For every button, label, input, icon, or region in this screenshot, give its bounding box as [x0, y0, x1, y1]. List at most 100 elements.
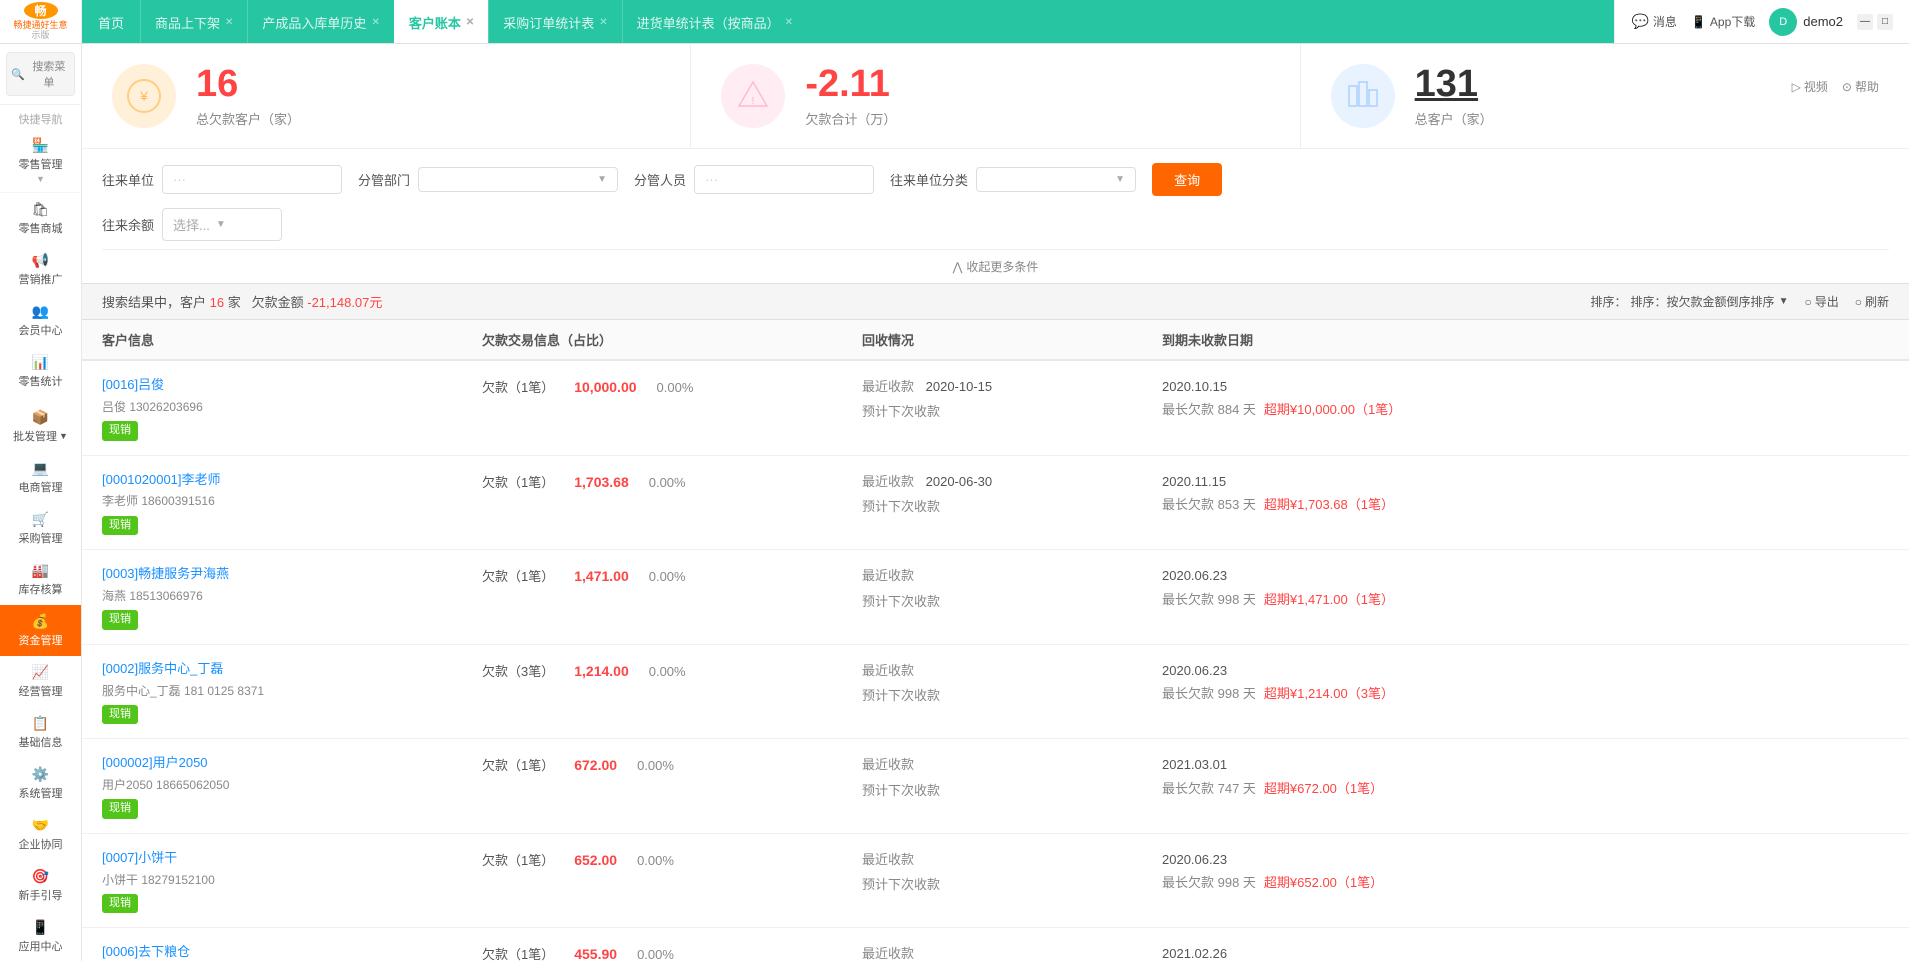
filter-select-dept[interactable]: ▼: [418, 167, 618, 192]
col-header-recovery: 回收情况: [862, 330, 1162, 349]
filter-input-person[interactable]: ···: [694, 165, 874, 194]
overdue-link-0[interactable]: 超期¥10,000.00（1笔）: [1264, 398, 1401, 421]
sort-select[interactable]: 排序：排序：按欠款金额倒序排序 ▼: [1591, 293, 1789, 310]
customer-info-4: [000002]用户2050 用户2050 18665062050 现销: [102, 753, 482, 819]
customer-code-5[interactable]: [0007]小饼干: [102, 848, 482, 869]
customer-code-2[interactable]: [0003]畅捷服务尹海燕: [102, 564, 482, 585]
overdue-info-2: 2020.06.23 最长欠款 998 天 超期¥1,471.00（1笔）: [1162, 564, 1889, 611]
results-summary: 搜索结果中，客户 16 家 欠款金额 -21,148.07元: [102, 292, 382, 311]
stat-number-1: 16: [196, 65, 300, 103]
refresh-btn[interactable]: ○ 刷新: [1855, 293, 1889, 310]
tab-customer-account[interactable]: 客户账本 ✕: [394, 0, 488, 43]
sidebar-item-ecommerce[interactable]: 💻 电商管理: [0, 452, 81, 503]
tab-inbound-stats[interactable]: 进货单统计表（按商品） ✕: [622, 0, 807, 43]
sidebar-item-enterprise-collab[interactable]: 🤝 企业协同: [0, 809, 81, 860]
overdue-link-4[interactable]: 超期¥672.00（1笔）: [1264, 777, 1383, 800]
last-collect-label-3: 最近收款: [862, 663, 914, 678]
sidebar-item-operation-mgmt[interactable]: 📈 经营管理: [0, 656, 81, 707]
sidebar-item-basic-info[interactable]: 📋 基础信息: [0, 707, 81, 758]
view-btn[interactable]: ▷ 视频: [1792, 78, 1828, 95]
close-icon[interactable]: ✕: [466, 17, 474, 28]
sidebar-item-retail-stats[interactable]: 📊 零售统计: [0, 346, 81, 397]
app-download-btn[interactable]: 📱 App下载: [1691, 13, 1755, 30]
debt-count-6: 欠款（1笔）: [482, 943, 554, 961]
customer-info-5: [0007]小饼干 小饼干 18279152100 现销: [102, 848, 482, 914]
debt-amount-2: 1,471.00: [574, 564, 629, 589]
overdue-info-5: 2020.06.23 最长欠款 998 天 超期¥652.00（1笔）: [1162, 848, 1889, 895]
message-btn[interactable]: 💬 消息: [1631, 13, 1676, 30]
next-collect-label-0: 预计下次收款: [862, 404, 940, 419]
debt-count-1: 欠款（1笔）: [482, 471, 554, 494]
overdue-info-0: 2020.10.15 最长欠款 884 天 超期¥10,000.00（1笔）: [1162, 375, 1889, 422]
overdue-link-3[interactable]: 超期¥1,214.00（3笔）: [1264, 682, 1394, 705]
sidebar-item-retail-mall[interactable]: 🛍 零售商城: [0, 193, 81, 244]
sidebar-item-purchase-mgmt[interactable]: 🛒 采购管理: [0, 503, 81, 554]
data-table: 客户信息 欠款交易信息（占比） 回收情况 到期未收款日期 [0016]吕俊 吕俊…: [82, 320, 1909, 961]
overdue-link-2[interactable]: 超期¥1,471.00（1笔）: [1264, 588, 1394, 611]
filter-person-dots: ···: [705, 172, 718, 187]
filter-select-classify[interactable]: ▼: [976, 167, 1136, 192]
debt-pct-5: 0.00%: [637, 849, 674, 872]
stat-card-1: ¥ 16 总欠款客户（家）: [82, 44, 691, 148]
customer-code-0[interactable]: [0016]吕俊: [102, 375, 482, 396]
minimize-btn[interactable]: —: [1857, 14, 1873, 30]
sidebar-item-retail-mgmt[interactable]: 🏪 零售管理 ▼: [0, 129, 81, 193]
next-collect-label-1: 预计下次收款: [862, 499, 940, 514]
filter-label-dept: 分管部门: [358, 170, 410, 189]
overdue-link-5[interactable]: 超期¥652.00（1笔）: [1264, 871, 1383, 894]
content-area: ¥ 16 总欠款客户（家） ! -2.11 欠款合计（: [82, 44, 1909, 961]
sidebar-item-capital-mgmt[interactable]: 💰 资金管理: [0, 605, 81, 656]
chevron-down-icon: ▼: [597, 174, 607, 185]
close-icon[interactable]: ✕: [785, 17, 793, 28]
tab-production-history[interactable]: 产成品入库单历史 ✕: [247, 0, 393, 43]
tab-goods-shelf[interactable]: 商品上下架 ✕: [140, 0, 247, 43]
filter-area: 往来单位 ··· 分管部门 ▼ 分管人员 ···: [82, 149, 1909, 283]
debt-amount-1: 1,703.68: [574, 470, 629, 495]
help-btn[interactable]: ⊙ 帮助: [1842, 78, 1879, 95]
user-avatar-btn[interactable]: D demo2: [1769, 8, 1843, 36]
close-icon[interactable]: ✕: [225, 17, 233, 28]
customer-code-6[interactable]: [0006]去下粮仓: [102, 942, 482, 961]
sidebar-item-marketing[interactable]: 📢 营销推广: [0, 244, 81, 295]
customer-code-4[interactable]: [000002]用户2050: [102, 753, 482, 774]
sidebar-item-beginner-guide[interactable]: 🎯 新手引导: [0, 860, 81, 911]
customer-code-1[interactable]: [0001020001]李老师: [102, 470, 482, 491]
sidebar-item-batch-mgmt[interactable]: 📦 批发管理▼: [0, 401, 81, 452]
query-button[interactable]: 查询: [1152, 163, 1222, 196]
col-header-customer: 客户信息: [102, 330, 482, 349]
export-btn[interactable]: ○ 导出: [1804, 293, 1838, 310]
tab-home[interactable]: 首页: [82, 0, 140, 43]
maximize-btn[interactable]: □: [1877, 14, 1893, 30]
overdue-date-0: 2020.10.15: [1162, 375, 1889, 398]
customer-code-3[interactable]: [0002]服务中心_丁磊: [102, 659, 482, 680]
recovery-info-1: 最近收款 2020-06-30 预计下次收款: [862, 470, 1162, 519]
stat-info-1: 16 总欠款客户（家）: [196, 65, 300, 128]
stat-icon-3: [1331, 64, 1395, 128]
filter-label-person: 分管人员: [634, 170, 686, 189]
sidebar-item-inventory[interactable]: 🏭 库存核算: [0, 554, 81, 605]
filter-select-balance[interactable]: 选择... ▼: [162, 208, 282, 241]
collapse-btn[interactable]: ⋀ 收起更多条件: [102, 249, 1889, 283]
filter-item-classify: 往来单位分类 ▼: [890, 167, 1136, 192]
stats-bar: ¥ 16 总欠款客户（家） ! -2.11 欠款合计（: [82, 44, 1909, 149]
close-icon[interactable]: ✕: [599, 17, 607, 28]
sort-arrow-icon: ▼: [1779, 296, 1789, 307]
sidebar-search-btn[interactable]: 🔍搜索菜单: [6, 52, 75, 96]
overdue-link-1[interactable]: 超期¥1,703.68（1笔）: [1264, 493, 1394, 516]
sidebar-item-system-mgmt[interactable]: ⚙️ 系统管理: [0, 758, 81, 809]
sidebar: 🔍搜索菜单 快捷导航 🏪 零售管理 ▼ 🛍 零售商城 📢 营销推广 👥 会员中心…: [0, 44, 82, 961]
sidebar-item-app-center[interactable]: 📱 应用中心: [0, 911, 81, 961]
next-collect-row-3: 预计下次收款: [862, 684, 1162, 707]
customer-tag-4: 现销: [102, 799, 138, 819]
overdue-date-6: 2021.02.26: [1162, 942, 1889, 961]
close-icon[interactable]: ✕: [371, 17, 379, 28]
overdue-days-0: 最长欠款 884 天: [1162, 398, 1256, 421]
stat-number-3: 131: [1415, 65, 1493, 103]
filter-input-unit[interactable]: ···: [162, 165, 342, 194]
tab-purchase-order[interactable]: 采购订单统计表 ✕: [488, 0, 621, 43]
overdue-info-4: 2021.03.01 最长欠款 747 天 超期¥672.00（1笔）: [1162, 753, 1889, 800]
sidebar-item-member-center[interactable]: 👥 会员中心: [0, 295, 81, 346]
logo-text: 畅捷通好生意 示版: [13, 21, 67, 41]
stat-icon-1: ¥: [112, 64, 176, 128]
sidebar-nav-label: 快捷导航: [0, 105, 81, 129]
